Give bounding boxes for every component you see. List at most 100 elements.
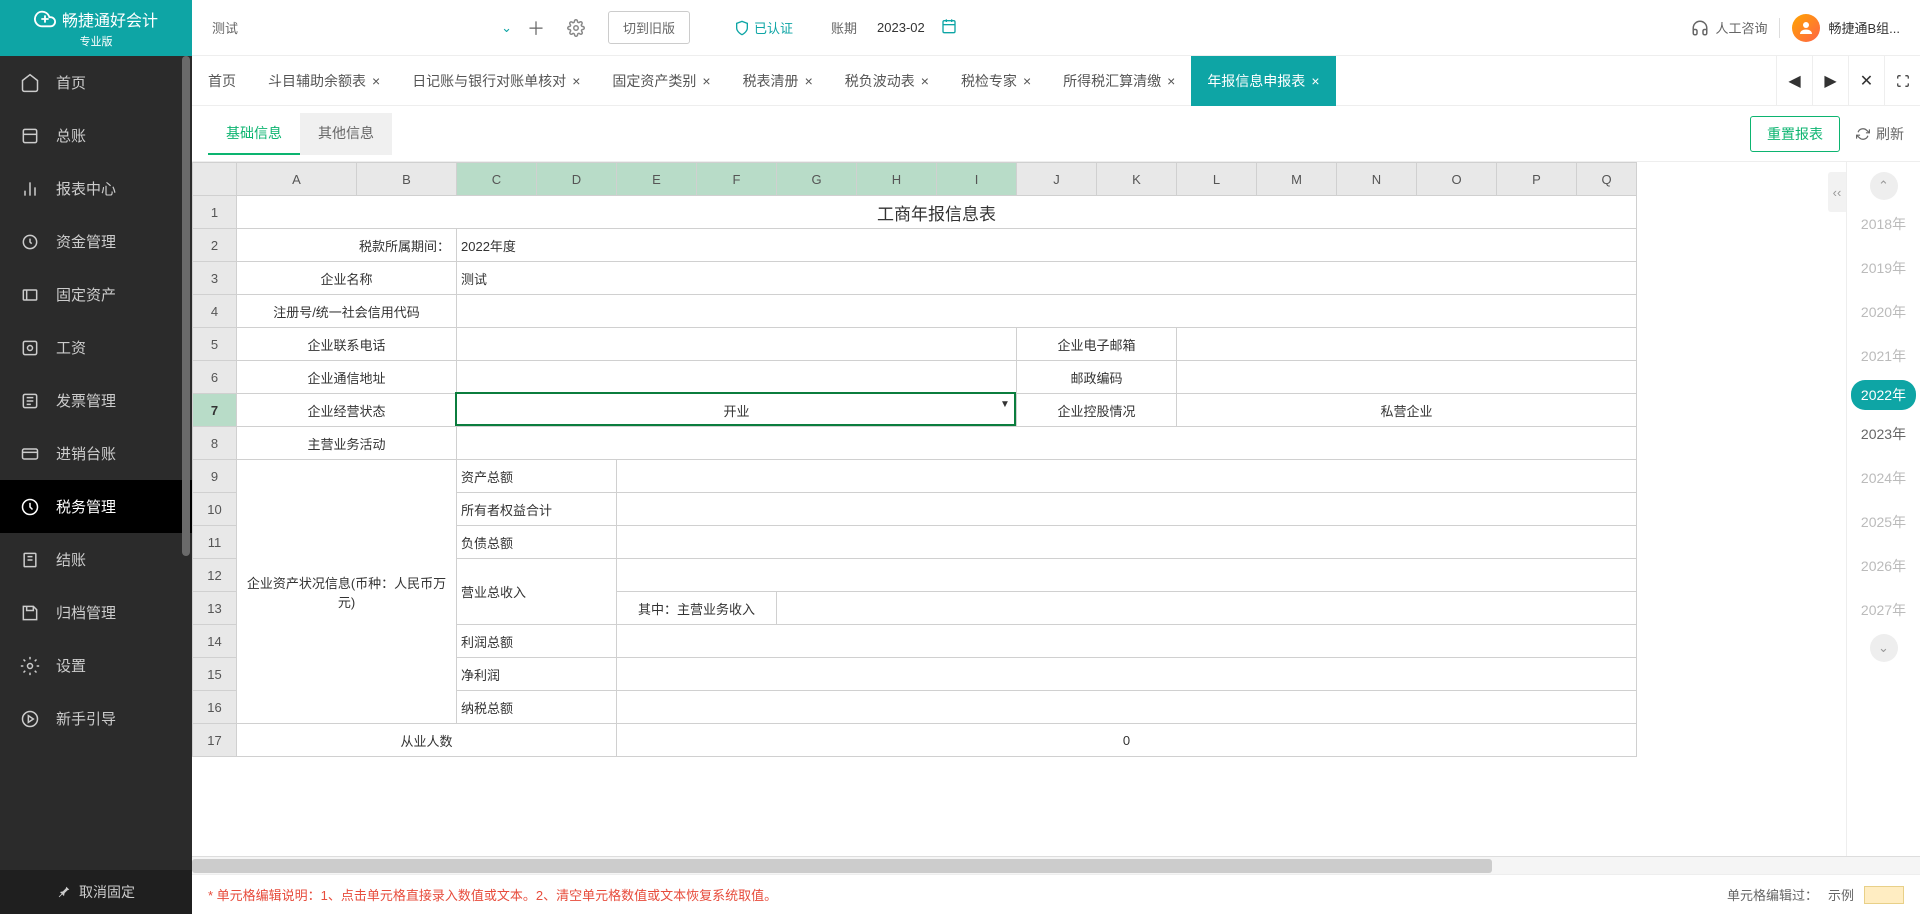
year-2024年[interactable]: 2024年 [1861, 458, 1906, 498]
sidebar-item-12[interactable]: 新手引导 [0, 692, 192, 745]
fullscreen-button[interactable] [1884, 56, 1920, 106]
sidebar-item-5[interactable]: 工资 [0, 321, 192, 374]
row-header-2[interactable]: 2 [193, 229, 237, 262]
tab-close-icon[interactable]: × [921, 73, 929, 89]
col-header-L[interactable]: L [1177, 163, 1257, 196]
cell-dropdown-icon[interactable]: ▼ [1000, 399, 1010, 410]
col-header-I[interactable]: I [937, 163, 1017, 196]
sidebar-item-2[interactable]: 报表中心 [0, 162, 192, 215]
row-header-7[interactable]: 7 [193, 394, 237, 427]
tab-7[interactable]: 所得税汇算清缴× [1047, 56, 1191, 106]
user-menu[interactable]: 畅捷通B组... [1792, 14, 1900, 42]
sub-tab-0[interactable]: 基础信息 [208, 113, 300, 155]
row-header-8[interactable]: 8 [193, 427, 237, 460]
row-header-15[interactable]: 15 [193, 658, 237, 691]
col-header-H[interactable]: H [857, 163, 937, 196]
sidebar-item-1[interactable]: 总账 [0, 109, 192, 162]
tab-close-icon[interactable]: × [805, 73, 813, 89]
row-header-9[interactable]: 9 [193, 460, 237, 493]
row-header-5[interactable]: 5 [193, 328, 237, 361]
col-header-K[interactable]: K [1097, 163, 1177, 196]
col-header-P[interactable]: P [1497, 163, 1577, 196]
settings-icon[interactable] [560, 12, 592, 44]
col-header-O[interactable]: O [1417, 163, 1497, 196]
row-header-16[interactable]: 16 [193, 691, 237, 724]
consult-button[interactable]: 人工咨询 [1691, 18, 1767, 37]
row-header-11[interactable]: 11 [193, 526, 237, 559]
spreadsheet[interactable]: ABCDEFGHIJKLMNOPQ1工商年报信息表2税款所属期间：2022年度3… [192, 162, 1846, 856]
refresh-button[interactable]: 刷新 [1856, 124, 1904, 144]
year-2026年[interactable]: 2026年 [1861, 546, 1906, 586]
col-header-M[interactable]: M [1257, 163, 1337, 196]
year-2027年[interactable]: 2027年 [1861, 590, 1906, 630]
tab-8[interactable]: 年报信息申报表× [1191, 56, 1335, 106]
unpin-button[interactable]: 取消固定 [0, 870, 192, 914]
sidebar-item-11[interactable]: 设置 [0, 639, 192, 692]
tab-3[interactable]: 固定资产类别× [596, 56, 726, 106]
tab-0[interactable]: 首页 [192, 56, 252, 106]
sheet-corner[interactable] [193, 163, 237, 196]
add-button[interactable]: ＋ [520, 12, 552, 44]
year-down[interactable]: ⌄ [1870, 634, 1898, 662]
tab-close-icon[interactable]: × [1311, 73, 1319, 89]
sidebar-item-7[interactable]: 进销台账 [0, 427, 192, 480]
tab-close-icon[interactable]: × [702, 73, 710, 89]
tab-5[interactable]: 税负波动表× [829, 56, 945, 106]
row-header-4[interactable]: 4 [193, 295, 237, 328]
row-header-13[interactable]: 13 [193, 592, 237, 625]
row-header-3[interactable]: 3 [193, 262, 237, 295]
old-version-button[interactable]: 切到旧版 [608, 11, 690, 44]
sidebar-item-0[interactable]: 首页 [0, 56, 192, 109]
year-2021年[interactable]: 2021年 [1861, 336, 1906, 376]
col-header-E[interactable]: E [617, 163, 697, 196]
row-header-17[interactable]: 17 [193, 724, 237, 757]
row-header-10[interactable]: 10 [193, 493, 237, 526]
calendar-icon[interactable] [941, 18, 957, 37]
sidebar-item-8[interactable]: 税务管理 [0, 480, 192, 533]
year-2025年[interactable]: 2025年 [1861, 502, 1906, 542]
tab-close-icon[interactable]: × [572, 73, 580, 89]
tab-6[interactable]: 税检专家× [945, 56, 1047, 106]
sidebar-item-10[interactable]: 归档管理 [0, 586, 192, 639]
tabs-next[interactable]: ▶ [1812, 56, 1848, 106]
sidebar-item-9[interactable]: 结账 [0, 533, 192, 586]
col-header-B[interactable]: B [357, 163, 457, 196]
tab-1[interactable]: 斗目辅助余额表× [252, 56, 396, 106]
tab-close-icon[interactable]: × [372, 73, 380, 89]
col-header-C[interactable]: C [457, 163, 537, 196]
sidebar-scrollbar[interactable] [182, 56, 190, 914]
year-2018年[interactable]: 2018年 [1861, 204, 1906, 244]
tab-2[interactable]: 日记账与银行对账单核对× [396, 56, 596, 106]
col-header-G[interactable]: G [777, 163, 857, 196]
year-up[interactable]: ⌃ [1870, 172, 1898, 200]
col-header-Q[interactable]: Q [1577, 163, 1637, 196]
sidebar-item-3[interactable]: 资金管理 [0, 215, 192, 268]
row-header-6[interactable]: 6 [193, 361, 237, 394]
row-header-14[interactable]: 14 [193, 625, 237, 658]
reset-button[interactable]: 重置报表 [1750, 116, 1840, 152]
col-header-J[interactable]: J [1017, 163, 1097, 196]
legend-label: 单元格编辑过： [1727, 885, 1818, 904]
col-header-N[interactable]: N [1337, 163, 1417, 196]
tab-4[interactable]: 税表清册× [727, 56, 829, 106]
year-2019年[interactable]: 2019年 [1861, 248, 1906, 288]
year-2020年[interactable]: 2020年 [1861, 292, 1906, 332]
col-header-F[interactable]: F [697, 163, 777, 196]
tab-close-icon[interactable]: × [1167, 73, 1175, 89]
horizontal-scrollbar[interactable] [192, 856, 1920, 874]
tabs-close-all[interactable]: ✕ [1848, 56, 1884, 106]
row-header-12[interactable]: 12 [193, 559, 237, 592]
company-selector[interactable]: 测试 ⌄ [212, 18, 512, 37]
col-header-D[interactable]: D [537, 163, 617, 196]
tabs-prev[interactable]: ◀ [1776, 56, 1812, 106]
sidebar-item-6[interactable]: 发票管理 [0, 374, 192, 427]
tab-close-icon[interactable]: × [1023, 73, 1031, 89]
sub-tab-1[interactable]: 其他信息 [300, 113, 392, 155]
sidebar-item-4[interactable]: 固定资产 [0, 268, 192, 321]
sidebar-icon [20, 497, 40, 517]
col-header-A[interactable]: A [237, 163, 357, 196]
row-header-1[interactable]: 1 [193, 196, 237, 229]
year-2023年[interactable]: 2023年 [1861, 414, 1906, 454]
year-2022年[interactable]: 2022年 [1851, 380, 1916, 410]
year-panel-collapse[interactable]: ‹‹ [1828, 172, 1846, 212]
